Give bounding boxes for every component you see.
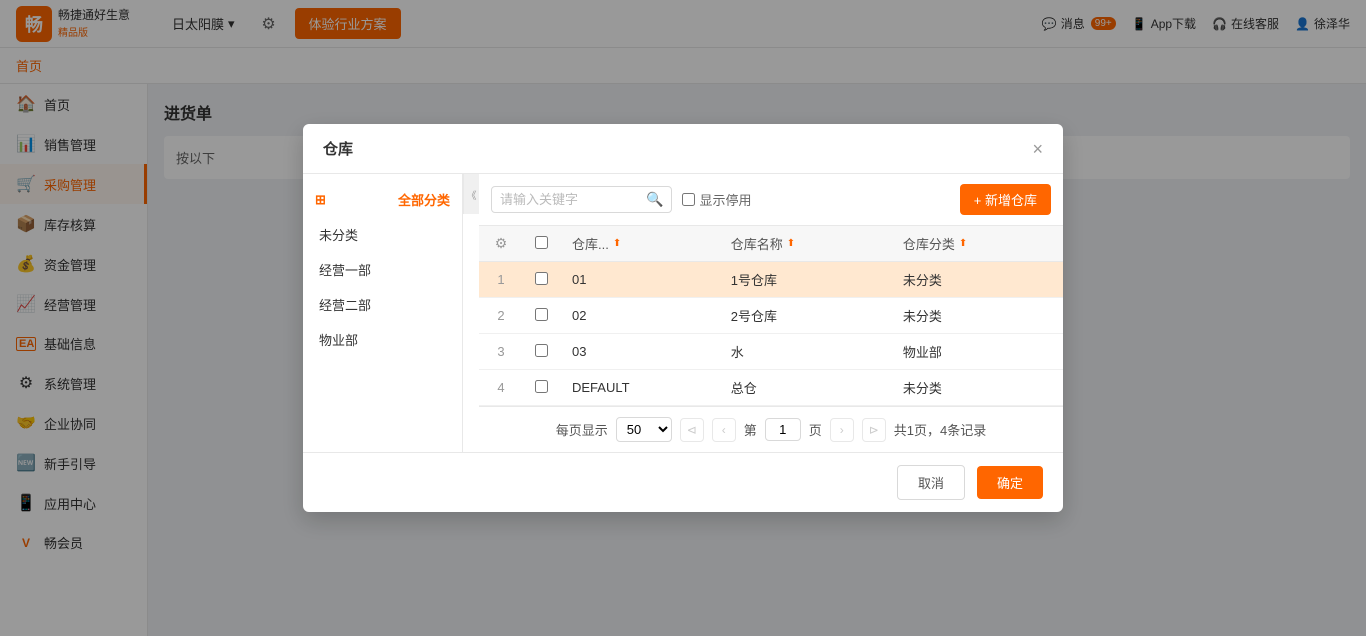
row-category: 未分类 [891, 298, 1063, 334]
modal-footer: 取消 确定 [303, 452, 1063, 512]
row-select-checkbox[interactable] [535, 380, 548, 393]
row-checkbox [523, 334, 560, 370]
search-box: 🔍 [491, 186, 672, 213]
last-page-button[interactable]: ⊳ [862, 418, 886, 442]
page-number-input[interactable] [765, 418, 801, 441]
sort-icon-code: ⬆ [613, 238, 621, 249]
table-row[interactable]: 3 03 水 物业部 [479, 334, 1063, 370]
per-page-label: 每页显示 [556, 420, 608, 439]
modal-body: ⊞ 全部分类 未分类 经营一部 经营二部 物业部 《 🔍 [303, 174, 1063, 452]
row-checkbox [523, 370, 560, 406]
collapse-panel-button[interactable]: 《 [463, 174, 479, 214]
category-item-ops2[interactable]: 经营二部 [303, 287, 462, 322]
column-code-header: 仓库... ⬆ [560, 226, 719, 262]
modal-overlay: 仓库 × ⊞ 全部分类 未分类 经营一部 经营二部 物业部 《 [0, 0, 1366, 636]
row-index: 2 [479, 298, 523, 334]
total-records-label: 共1页，4条记录 [894, 420, 986, 439]
search-icon[interactable]: 🔍 [646, 191, 663, 208]
row-checkbox [523, 262, 560, 298]
table-row[interactable]: 2 02 2号仓库 未分类 [479, 298, 1063, 334]
next-page-button[interactable]: › [830, 418, 854, 442]
table-header-row: ⚙ 仓库... ⬆ 仓库名称 [479, 226, 1063, 262]
page-unit: 页 [809, 420, 822, 439]
prev-page-button[interactable]: ‹ [712, 418, 736, 442]
per-page-select[interactable]: 50 100 200 [616, 417, 672, 442]
search-input[interactable] [500, 192, 640, 207]
column-category-header: 仓库分类 ⬆ [891, 226, 1063, 262]
grid-icon: ⊞ [315, 192, 326, 208]
sort-icon-name: ⬆ [787, 238, 795, 249]
row-name: 1号仓库 [719, 262, 891, 298]
table-row[interactable]: 4 DEFAULT 总仓 未分类 [479, 370, 1063, 406]
row-checkbox [523, 298, 560, 334]
row-code: 01 [560, 262, 719, 298]
row-name: 水 [719, 334, 891, 370]
pagination: 每页显示 50 100 200 ⊲ ‹ 第 页 › ⊳ 共1页，4条记录 [479, 406, 1063, 452]
category-item-unclassified[interactable]: 未分类 [303, 217, 462, 252]
row-code: 02 [560, 298, 719, 334]
column-checkbox-header [523, 226, 560, 262]
row-select-checkbox[interactable] [535, 308, 548, 321]
row-select-checkbox[interactable] [535, 272, 548, 285]
modal-close-button[interactable]: × [1032, 140, 1043, 158]
confirm-button[interactable]: 确定 [977, 466, 1043, 499]
modal-header: 仓库 × [303, 124, 1063, 174]
warehouse-table: ⚙ 仓库... ⬆ 仓库名称 [479, 226, 1063, 406]
category-header[interactable]: ⊞ 全部分类 [303, 182, 462, 217]
right-panel: 🔍 显示停用 + 新增仓库 ⚙ [479, 174, 1063, 452]
row-category: 未分类 [891, 370, 1063, 406]
row-name: 2号仓库 [719, 298, 891, 334]
warehouse-table-wrap: ⚙ 仓库... ⬆ 仓库名称 [479, 226, 1063, 406]
row-index: 4 [479, 370, 523, 406]
warehouse-modal: 仓库 × ⊞ 全部分类 未分类 经营一部 经营二部 物业部 《 [303, 124, 1063, 512]
row-index: 3 [479, 334, 523, 370]
sort-icon-category: ⬆ [959, 238, 967, 249]
row-category: 物业部 [891, 334, 1063, 370]
row-code: DEFAULT [560, 370, 719, 406]
cancel-button[interactable]: 取消 [897, 465, 965, 500]
row-code: 03 [560, 334, 719, 370]
row-name: 总仓 [719, 370, 891, 406]
modal-title: 仓库 [323, 138, 353, 159]
table-row[interactable]: 1 01 1号仓库 未分类 [479, 262, 1063, 298]
select-all-checkbox[interactable] [535, 236, 548, 249]
first-page-button[interactable]: ⊲ [680, 418, 704, 442]
table-toolbar: 🔍 显示停用 + 新增仓库 [479, 174, 1063, 226]
category-all-label: 全部分类 [398, 190, 450, 209]
show-disabled-label: 显示停用 [699, 190, 751, 209]
row-select-checkbox[interactable] [535, 344, 548, 357]
show-disabled-checkbox[interactable] [682, 193, 695, 206]
category-item-ops1[interactable]: 经营一部 [303, 252, 462, 287]
category-item-property[interactable]: 物业部 [303, 322, 462, 357]
row-index: 1 [479, 262, 523, 298]
column-settings-icon[interactable]: ⚙ [479, 226, 523, 262]
page-label: 第 [744, 420, 757, 439]
column-name-header: 仓库名称 ⬆ [719, 226, 891, 262]
show-disabled-checkbox-label[interactable]: 显示停用 [682, 190, 751, 209]
add-warehouse-button[interactable]: + 新增仓库 [960, 184, 1051, 215]
category-panel: ⊞ 全部分类 未分类 经营一部 经营二部 物业部 [303, 174, 463, 452]
row-category: 未分类 [891, 262, 1063, 298]
